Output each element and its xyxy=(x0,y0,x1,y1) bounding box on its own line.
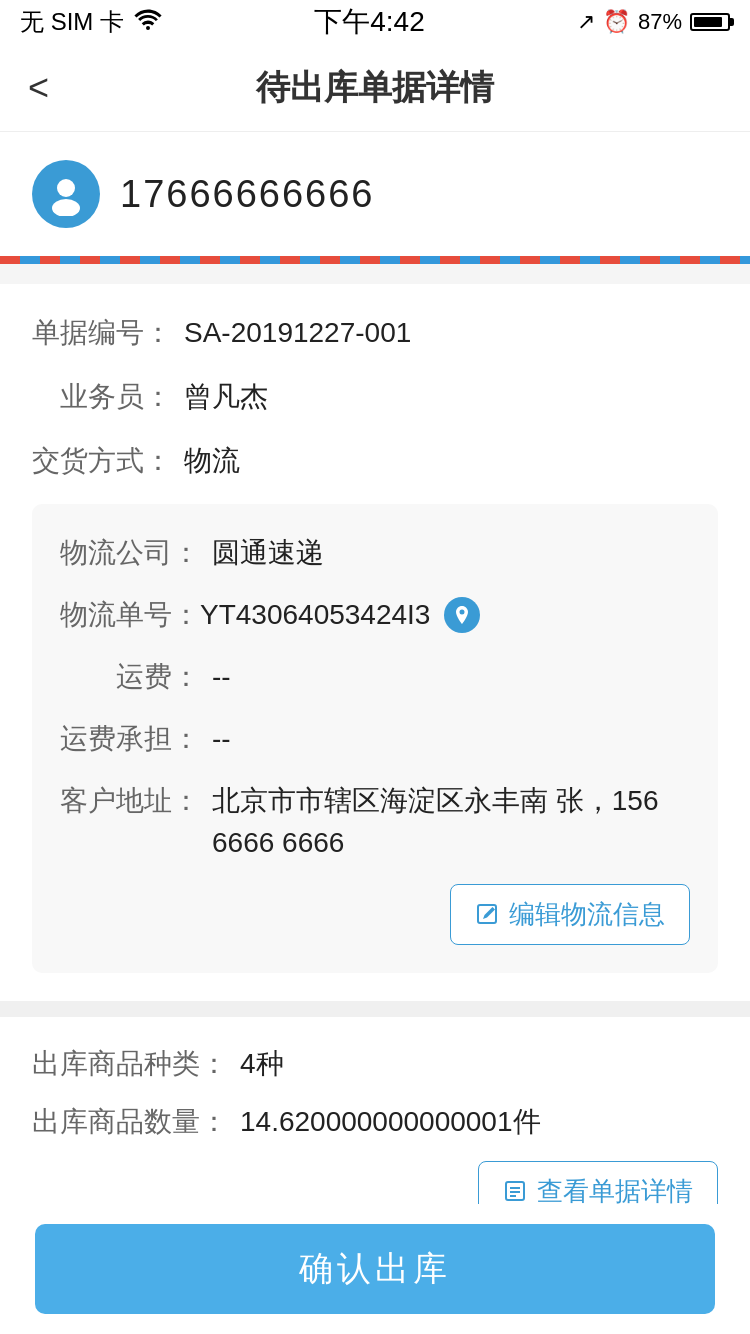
goods-types-row: 出库商品种类： 4种 xyxy=(32,1045,718,1083)
tracking-number-container: YT43064053424I3 xyxy=(200,594,480,636)
gps-icon: ↗ xyxy=(577,9,595,35)
logistics-company-label: 物流公司： xyxy=(60,532,200,574)
user-phone: 17666666666 xyxy=(120,173,374,216)
svg-point-1 xyxy=(52,199,80,216)
edit-btn-container: 编辑物流信息 xyxy=(60,884,690,945)
carrier-label: 无 SIM 卡 xyxy=(20,6,124,38)
logistics-tracking-label: 物流单号： xyxy=(60,594,200,636)
freight-bearer-label: 运费承担： xyxy=(60,718,200,760)
section-divider xyxy=(0,1001,750,1017)
svg-point-0 xyxy=(57,179,75,197)
bottom-bar: 确认出库 xyxy=(0,1204,750,1334)
back-button[interactable]: < xyxy=(28,67,49,109)
address-label: 客户地址： xyxy=(60,780,200,822)
goods-types-label: 出库商品种类： xyxy=(32,1045,228,1083)
freight-bearer-row: 运费承担： -- xyxy=(60,718,690,760)
delivery-row: 交货方式： 物流 xyxy=(32,440,718,482)
address-row: 客户地址： 北京市市辖区海淀区永丰南 张，156 6666 6666 xyxy=(60,780,690,864)
salesman-label: 业务员： xyxy=(32,376,172,418)
doc-id-value: SA-20191227-001 xyxy=(184,312,718,354)
logistics-company-value: 圆通速递 xyxy=(212,532,690,574)
delivery-label: 交货方式： xyxy=(32,440,172,482)
salesman-value: 曾凡杰 xyxy=(184,376,718,418)
confirm-button[interactable]: 确认出库 xyxy=(35,1224,715,1314)
logistics-card: 物流公司： 圆通速递 物流单号： YT43064053424I3 运费： -- xyxy=(32,504,718,973)
alarm-icon: ⏰ xyxy=(603,9,630,35)
document-info-section: 单据编号： SA-20191227-001 业务员： 曾凡杰 交货方式： 物流 … xyxy=(0,284,750,1001)
goods-quantity-label: 出库商品数量： xyxy=(32,1103,228,1141)
delivery-value: 物流 xyxy=(184,440,718,482)
battery-icon xyxy=(690,13,730,31)
detail-icon xyxy=(503,1179,529,1205)
doc-id-label: 单据编号： xyxy=(32,312,172,354)
user-card: 17666666666 xyxy=(0,132,750,256)
address-value: 北京市市辖区海淀区永丰南 张，156 6666 6666 xyxy=(212,780,690,864)
edit-logistics-button[interactable]: 编辑物流信息 xyxy=(450,884,690,945)
nav-bar: < 待出库单据详情 xyxy=(0,44,750,132)
page-title: 待出库单据详情 xyxy=(256,65,494,111)
edit-icon xyxy=(475,902,501,928)
dashed-separator xyxy=(0,256,750,264)
freight-row: 运费： -- xyxy=(60,656,690,698)
wifi-icon xyxy=(134,8,162,36)
avatar xyxy=(32,160,100,228)
freight-bearer-value: -- xyxy=(212,718,690,760)
goods-types-value: 4种 xyxy=(240,1045,284,1083)
time-label: 下午4:42 xyxy=(314,3,425,41)
freight-label: 运费： xyxy=(60,656,200,698)
salesman-row: 业务员： 曾凡杰 xyxy=(32,376,718,418)
goods-quantity-row: 出库商品数量： 14.620000000000001件 xyxy=(32,1103,718,1141)
logistics-tracking-value: YT43064053424I3 xyxy=(200,594,430,636)
goods-quantity-value: 14.620000000000001件 xyxy=(240,1103,541,1141)
status-right: ↗ ⏰ 87% xyxy=(577,9,730,35)
logistics-company-row: 物流公司： 圆通速递 xyxy=(60,532,690,574)
status-bar: 无 SIM 卡 下午4:42 ↗ ⏰ 87% xyxy=(0,0,750,44)
status-left: 无 SIM 卡 xyxy=(20,6,162,38)
doc-id-row: 单据编号： SA-20191227-001 xyxy=(32,312,718,354)
location-icon[interactable] xyxy=(444,597,480,633)
battery-percent: 87% xyxy=(638,9,682,35)
freight-value: -- xyxy=(212,656,690,698)
logistics-tracking-row: 物流单号： YT43064053424I3 xyxy=(60,594,690,636)
